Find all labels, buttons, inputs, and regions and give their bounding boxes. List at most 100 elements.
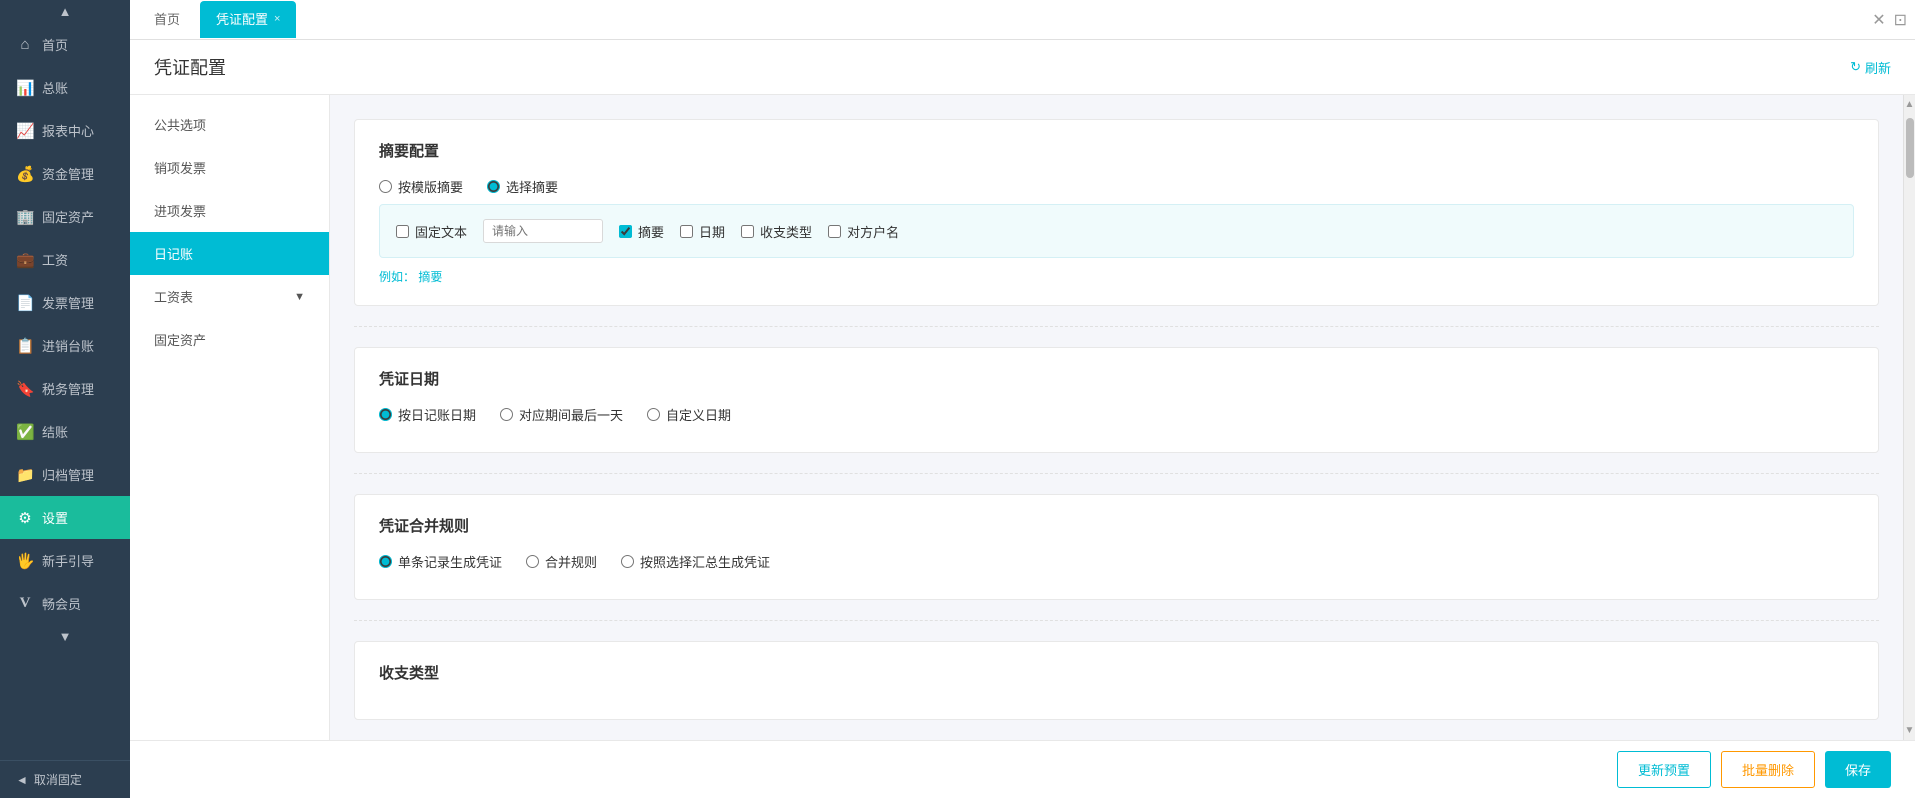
- settlement-icon: ✅: [16, 423, 34, 441]
- guide-icon: 🖐: [16, 552, 34, 570]
- custom-date-radio[interactable]: 自定义日期: [647, 405, 731, 424]
- sidebar-item-sales-ledger[interactable]: 📋 进销台账: [0, 324, 130, 367]
- by-selection-radio[interactable]: 按照选择汇总生成凭证: [621, 552, 770, 571]
- sidebar-item-home-label: 首页: [42, 35, 68, 54]
- page-header: 凭证配置 ↻ 刷新: [130, 40, 1915, 95]
- archive-icon: 📁: [16, 466, 34, 484]
- date-label: 日期: [699, 222, 725, 241]
- refresh-label: 刷新: [1865, 58, 1891, 77]
- sidebar-item-assets-label: 固定资产: [42, 207, 94, 226]
- scroll-down-arrow[interactable]: ▼: [1904, 721, 1915, 740]
- window-close-icon[interactable]: ✕: [1872, 10, 1885, 30]
- scroll-thumb[interactable]: [1906, 118, 1914, 178]
- sidebar-item-guide[interactable]: 🖐 新手引导: [0, 539, 130, 582]
- sidebar-unpin-button[interactable]: ◄ 取消固定: [0, 760, 130, 798]
- period-last-day-radio[interactable]: 对应期间最后一天: [500, 405, 623, 424]
- sidebar-item-settlement-label: 结账: [42, 422, 68, 441]
- left-nav-journal[interactable]: 日记账: [130, 232, 329, 275]
- period-last-day-input[interactable]: [500, 408, 513, 421]
- fixed-text-label: 固定文本: [415, 222, 467, 241]
- sidebar-item-tax-mgmt[interactable]: 🔖 税务管理: [0, 367, 130, 410]
- journal-date-radio[interactable]: 按日记账日期: [379, 405, 476, 424]
- sidebar-item-archive[interactable]: 📁 归档管理: [0, 453, 130, 496]
- sidebar-item-settings-label: 设置: [42, 508, 68, 527]
- abstract-checkbox[interactable]: 摘要: [619, 222, 664, 241]
- example-text: 例如： 摘要: [379, 268, 1854, 285]
- sidebar-item-tax-mgmt-label: 税务管理: [42, 379, 94, 398]
- merge-rules-radio[interactable]: 合并规则: [526, 552, 597, 571]
- template-abstract-radio[interactable]: 按模版摘要: [379, 177, 463, 196]
- sidebar-item-invoice-mgmt[interactable]: 📄 发票管理: [0, 281, 130, 324]
- pin-icon: ◄: [16, 773, 28, 787]
- left-nav-public-options[interactable]: 公共选项: [130, 103, 329, 146]
- sidebar-item-settings[interactable]: ⚙ 设置: [0, 496, 130, 539]
- counterpart-name-checkbox[interactable]: 对方户名: [828, 222, 899, 241]
- journal-date-input[interactable]: [379, 408, 392, 421]
- sidebar-item-archive-label: 归档管理: [42, 465, 94, 484]
- refresh-button[interactable]: ↻ 刷新: [1850, 58, 1891, 77]
- income-type-checkbox[interactable]: 收支类型: [741, 222, 812, 241]
- custom-date-input[interactable]: [647, 408, 660, 421]
- template-abstract-label: 按模版摘要: [398, 177, 463, 196]
- tab-close-icon[interactable]: ×: [274, 13, 280, 25]
- save-button[interactable]: 保存: [1825, 751, 1891, 788]
- sidebar-item-guide-label: 新手引导: [42, 551, 94, 570]
- single-record-input[interactable]: [379, 555, 392, 568]
- single-record-radio[interactable]: 单条记录生成凭证: [379, 552, 502, 571]
- voucher-date-section: 凭证日期 按日记账日期 对应期间最后一天 自定义日期: [354, 347, 1879, 453]
- sidebar-item-settlement[interactable]: ✅ 结账: [0, 410, 130, 453]
- custom-date-label: 自定义日期: [666, 405, 731, 424]
- sidebar-scroll-down[interactable]: ▼: [0, 625, 130, 648]
- sidebar-item-vip-label: 畅会员: [42, 594, 81, 613]
- batch-delete-button[interactable]: 批量删除: [1721, 751, 1815, 788]
- voucher-date-title: 凭证日期: [379, 368, 1854, 389]
- sidebar-item-assets[interactable]: 🏢 固定资产: [0, 195, 130, 238]
- abstract-input[interactable]: [619, 225, 632, 238]
- sidebar-scroll-up[interactable]: ▲: [0, 0, 130, 23]
- income-type-input[interactable]: [741, 225, 754, 238]
- sidebar-item-salary[interactable]: 💼 工资: [0, 238, 130, 281]
- select-abstract-label: 选择摘要: [506, 177, 558, 196]
- left-nav-purchase-invoice[interactable]: 进项发票: [130, 189, 329, 232]
- merge-rules-title: 凭证合并规则: [379, 515, 1854, 536]
- tab-voucher-config[interactable]: 凭证配置 ×: [200, 1, 296, 38]
- sidebar-item-reports[interactable]: 📈 报表中心: [0, 109, 130, 152]
- counterpart-name-label: 对方户名: [847, 222, 899, 241]
- by-selection-input[interactable]: [621, 555, 634, 568]
- settings-icon: ⚙: [16, 509, 34, 527]
- fixed-text-field[interactable]: [483, 219, 603, 243]
- sidebar-item-home[interactable]: ⌂ 首页: [0, 23, 130, 66]
- voucher-date-radio-group: 按日记账日期 对应期间最后一天 自定义日期: [379, 405, 1854, 424]
- sidebar-item-salary-label: 工资: [42, 250, 68, 269]
- example-value: 摘要: [418, 270, 442, 284]
- sidebar-item-vip[interactable]: V 畅会员: [0, 582, 130, 625]
- fixed-text-checkbox[interactable]: 固定文本: [396, 222, 467, 241]
- select-abstract-radio[interactable]: 选择摘要: [487, 177, 558, 196]
- main-area: 首页 凭证配置 × ✕ ⊡ 凭证配置 ↻ 刷新 公共选项 销项发票 进: [130, 0, 1915, 798]
- assets-icon: 🏢: [16, 208, 34, 226]
- left-nav-fixed-assets[interactable]: 固定资产: [130, 318, 329, 361]
- period-last-day-label: 对应期间最后一天: [519, 405, 623, 424]
- fixed-text-input[interactable]: [396, 225, 409, 238]
- left-nav-payroll-table[interactable]: 工资表 ▼: [130, 275, 329, 318]
- left-nav-journal-label: 日记账: [154, 244, 193, 263]
- sidebar-item-ledger[interactable]: 📊 总账: [0, 66, 130, 109]
- counterpart-name-input[interactable]: [828, 225, 841, 238]
- window-resize-icon[interactable]: ⊡: [1894, 10, 1907, 30]
- example-prefix: 例如：: [379, 270, 415, 284]
- sidebar-item-funds[interactable]: 💰 资金管理: [0, 152, 130, 195]
- left-nav-sales-invoice-label: 销项发票: [154, 158, 206, 177]
- left-nav-sales-invoice[interactable]: 销项发票: [130, 146, 329, 189]
- date-input[interactable]: [680, 225, 693, 238]
- left-nav-payroll-table-label: 工资表: [154, 287, 193, 306]
- date-checkbox[interactable]: 日期: [680, 222, 725, 241]
- tab-home[interactable]: 首页: [138, 1, 196, 38]
- update-preview-button[interactable]: 更新预置: [1617, 751, 1711, 788]
- window-actions: ✕ ⊡: [1872, 10, 1907, 30]
- sidebar: ▲ ⌂ 首页 📊 总账 📈 报表中心 💰 资金管理 🏢 固定资产 💼 工资 📄 …: [0, 0, 130, 798]
- select-abstract-input[interactable]: [487, 180, 500, 193]
- merge-rules-input[interactable]: [526, 555, 539, 568]
- scroll-up-arrow[interactable]: ▲: [1904, 95, 1915, 114]
- ledger-icon: 📊: [16, 79, 34, 97]
- template-abstract-input[interactable]: [379, 180, 392, 193]
